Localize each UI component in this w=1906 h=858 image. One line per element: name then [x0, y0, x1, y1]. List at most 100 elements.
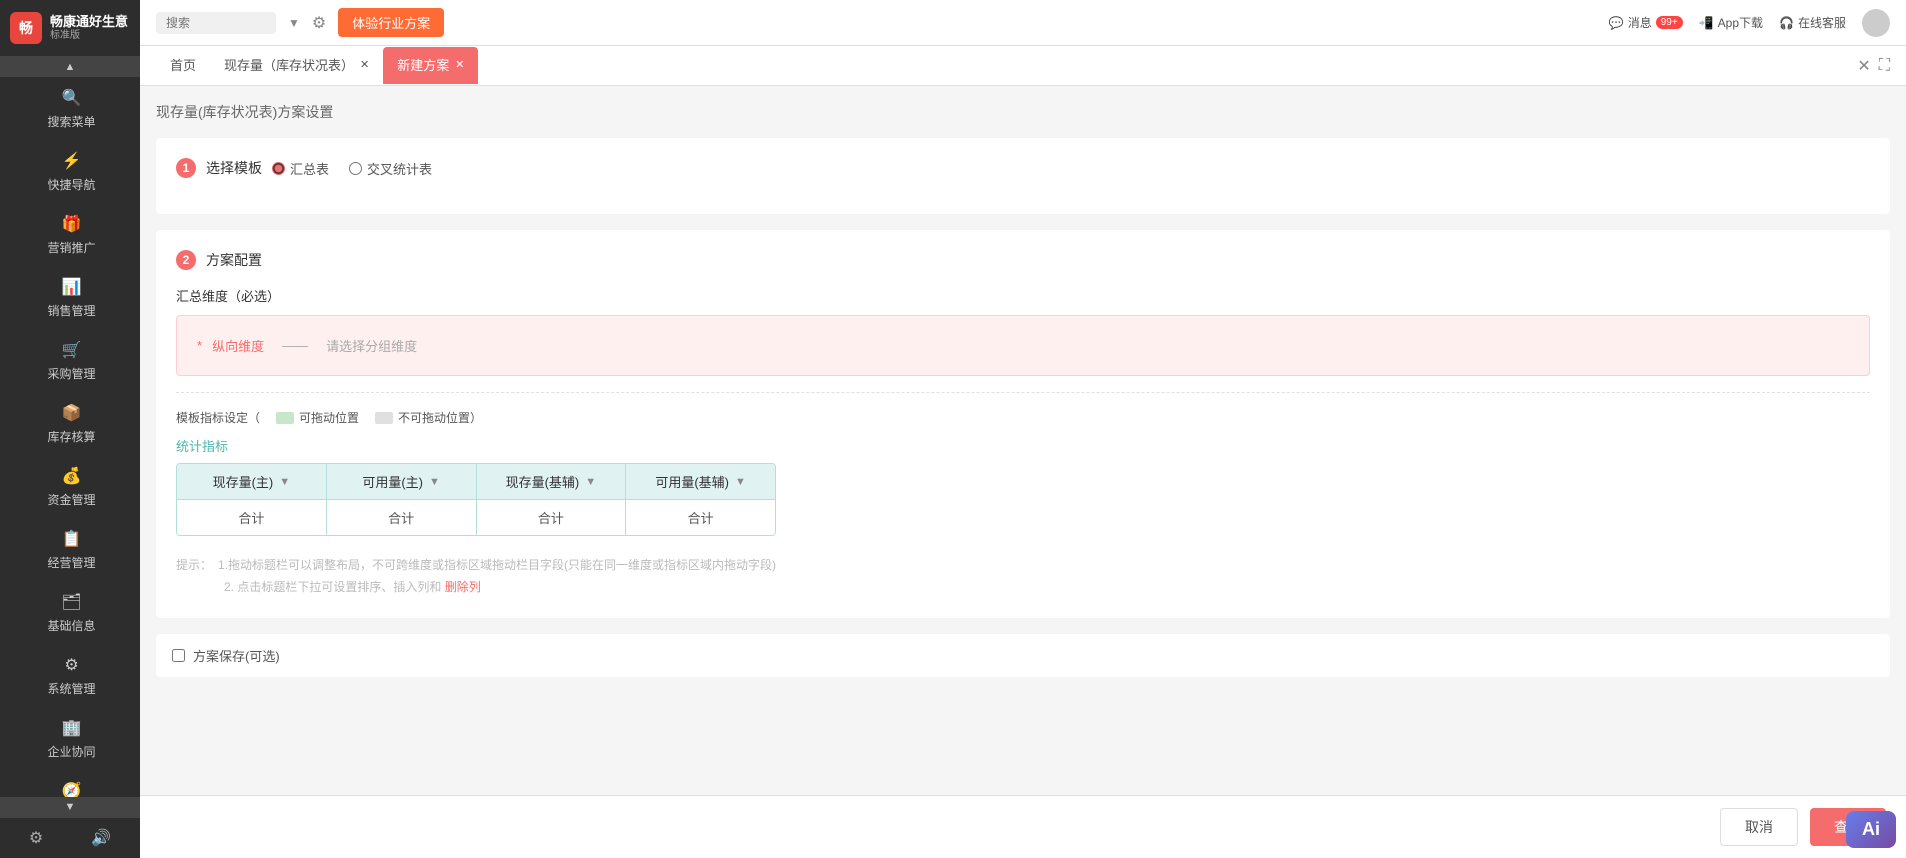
- download-icon: 📲: [1699, 16, 1714, 30]
- sidebar-item-purchase[interactable]: 🛒 采购管理: [0, 329, 140, 392]
- ai-badge[interactable]: Ai: [1846, 811, 1896, 848]
- service-icon: 🎧: [1779, 16, 1794, 30]
- online-service-button[interactable]: 🎧 在线客服: [1779, 14, 1846, 31]
- app-logo-icon: 畅: [10, 12, 42, 44]
- tab-close-button[interactable]: ✕: [1857, 56, 1870, 76]
- footer: 取消 查询: [140, 795, 1906, 858]
- step1-num: 1: [176, 158, 196, 178]
- sidebar-item-label: 企业协同: [47, 743, 95, 760]
- sidebar-sound-btn[interactable]: 🔊: [91, 828, 111, 848]
- indicator-label: 模板指标设定（: [176, 409, 260, 426]
- search-input[interactable]: [156, 12, 276, 34]
- search-menu-icon: 🔍: [61, 87, 83, 109]
- cancel-button[interactable]: 取消: [1720, 808, 1798, 846]
- required-star: *: [197, 338, 202, 353]
- sidebar-settings-btn[interactable]: ⚙: [29, 828, 43, 848]
- dim-label: 纵向维度: [212, 336, 264, 355]
- message-badge: 99+: [1656, 16, 1683, 29]
- col-available-aux: 可用量(基辅) ▼ 合计: [626, 464, 775, 535]
- tab-expand-button[interactable]: ⛶: [1879, 56, 1890, 76]
- topbar-settings-icon[interactable]: ⚙: [312, 13, 326, 33]
- non-draggable-indicator: [375, 412, 393, 424]
- col-chevron-icon[interactable]: ▼: [585, 476, 596, 488]
- tab-inventory-close-icon[interactable]: ✕: [360, 58, 369, 71]
- operations-icon: 📋: [61, 528, 83, 550]
- sidebar-scroll-up[interactable]: ▲: [0, 57, 140, 77]
- tab-new-plan[interactable]: 新建方案 ✕: [383, 47, 478, 84]
- trial-plan-button[interactable]: 体验行业方案: [338, 8, 444, 37]
- sidebar-item-label: 经营管理: [47, 554, 95, 571]
- stats-title: 统计指标: [176, 436, 1870, 455]
- app-name: 畅康通好生意: [50, 14, 128, 30]
- finance-icon: 💰: [61, 465, 83, 487]
- col-available-main: 可用量(主) ▼ 合计: [327, 464, 477, 535]
- quick-nav-icon: ⚡: [61, 150, 83, 172]
- save-section: 方案保存(可选): [156, 634, 1890, 677]
- sidebar-item-quick-nav[interactable]: ⚡ 快捷导航: [0, 140, 140, 203]
- sidebar-logo: 畅 畅康通好生意 标准版: [0, 0, 140, 57]
- save-checkbox[interactable]: [172, 649, 185, 662]
- tab-bar: 首页 现存量（库存状况表） ✕ 新建方案 ✕ ✕ ⛶: [140, 46, 1906, 86]
- search-chevron-icon[interactable]: ▼: [288, 16, 300, 30]
- system-icon: ⚙: [61, 654, 83, 676]
- col-chevron-icon[interactable]: ▼: [735, 476, 746, 488]
- sidebar-bottom: ⚙ 🔊: [0, 817, 140, 858]
- tab-inventory-status[interactable]: 现存量（库存状况表） ✕: [210, 47, 383, 84]
- step2-card: 2 方案配置 汇总维度（必选） * 纵向维度 —— 请选择分组维度 模板指标设定…: [156, 230, 1890, 618]
- sidebar-item-label: 搜索菜单: [47, 113, 95, 130]
- sidebar-item-label: 营销推广: [47, 239, 95, 256]
- sidebar-item-inventory[interactable]: 📦 库存核算: [0, 392, 140, 455]
- radio-cross[interactable]: 交叉统计表: [349, 159, 432, 178]
- main-area: ▼ ⚙ 体验行业方案 💬 消息 99+ 📲 App下载 🎧 在线客服 首页: [140, 0, 1906, 858]
- sidebar-items: 🔍 搜索菜单 ⚡ 快捷导航 🎁 营销推广 📊 销售管理 🛒 采购管理 📦 库存核…: [0, 77, 140, 797]
- step2-title: 方案配置: [206, 250, 262, 270]
- indicator-section: 模板指标设定（ 可拖动位置 不可拖动位置） 统计指标: [176, 409, 1870, 598]
- step1-title: 选择模板: [206, 158, 262, 178]
- col-chevron-icon[interactable]: ▼: [429, 476, 440, 488]
- step1-card: 1 选择模板 汇总表 交叉统计表: [156, 138, 1890, 214]
- sidebar-item-finance[interactable]: 💰 资金管理: [0, 455, 140, 518]
- message-icon: 💬: [1609, 16, 1624, 30]
- step2-num: 2: [176, 250, 196, 270]
- sidebar-item-newbie[interactable]: 🧭 新手引导: [0, 770, 140, 797]
- sidebar-item-enterprise[interactable]: 🏢 企业协同: [0, 707, 140, 770]
- user-avatar[interactable]: [1862, 9, 1890, 37]
- tips-section: 提示： 1.拖动标题栏可以调整布局，不可跨维度或指标区域拖动栏目字段(只能在同一…: [176, 555, 1870, 598]
- summary-dim-label: 汇总维度（必选）: [176, 286, 1870, 305]
- col-chevron-icon[interactable]: ▼: [279, 476, 290, 488]
- dimension-config-box[interactable]: * 纵向维度 —— 请选择分组维度: [176, 315, 1870, 376]
- sidebar-item-search-menu[interactable]: 🔍 搜索菜单: [0, 77, 140, 140]
- sidebar-item-label: 快捷导航: [47, 176, 95, 193]
- sidebar-item-label: 基础信息: [47, 617, 95, 634]
- sidebar-item-label: 资金管理: [47, 491, 95, 508]
- sidebar-scroll-down[interactable]: ▼: [0, 797, 140, 817]
- basic-info-icon: 🗂: [61, 591, 83, 613]
- message-button[interactable]: 💬 消息 99+: [1609, 14, 1683, 31]
- newbie-icon: 🧭: [61, 780, 83, 797]
- sidebar-item-label: 系统管理: [47, 680, 95, 697]
- sidebar-item-label: 库存核算: [47, 428, 95, 445]
- app-download-button[interactable]: 📲 App下载: [1699, 14, 1763, 31]
- stats-table: 现存量(主) ▼ 合计 可用量(主) ▼ 合计: [176, 463, 776, 536]
- sidebar-item-operations[interactable]: 📋 经营管理: [0, 518, 140, 581]
- inventory-icon: 📦: [61, 402, 83, 424]
- tab-home[interactable]: 首页: [156, 47, 210, 84]
- save-label[interactable]: 方案保存(可选): [193, 646, 280, 665]
- sidebar-item-system[interactable]: ⚙ 系统管理: [0, 644, 140, 707]
- app-edition: 标准版: [50, 30, 128, 42]
- topbar: ▼ ⚙ 体验行业方案 💬 消息 99+ 📲 App下载 🎧 在线客服: [140, 0, 1906, 46]
- sidebar-item-marketing[interactable]: 🎁 营销推广: [0, 203, 140, 266]
- sidebar-item-label: 采购管理: [47, 365, 95, 382]
- content-area: 现存量(库存状况表)方案设置 1 选择模板 汇总表 交叉统计表: [140, 86, 1906, 795]
- sales-icon: 📊: [61, 276, 83, 298]
- enterprise-icon: 🏢: [61, 717, 83, 739]
- dim-dash: ——: [282, 338, 308, 353]
- col-current-aux: 现存量(基辅) ▼ 合计: [477, 464, 627, 535]
- purchase-icon: 🛒: [61, 339, 83, 361]
- sidebar-item-basic-info[interactable]: 🗂 基础信息: [0, 581, 140, 644]
- radio-summary[interactable]: 汇总表: [272, 159, 329, 178]
- sidebar-item-sales[interactable]: 📊 销售管理: [0, 266, 140, 329]
- marketing-icon: 🎁: [61, 213, 83, 235]
- col-current-main: 现存量(主) ▼ 合计: [177, 464, 327, 535]
- tab-new-plan-close-icon[interactable]: ✕: [455, 58, 464, 71]
